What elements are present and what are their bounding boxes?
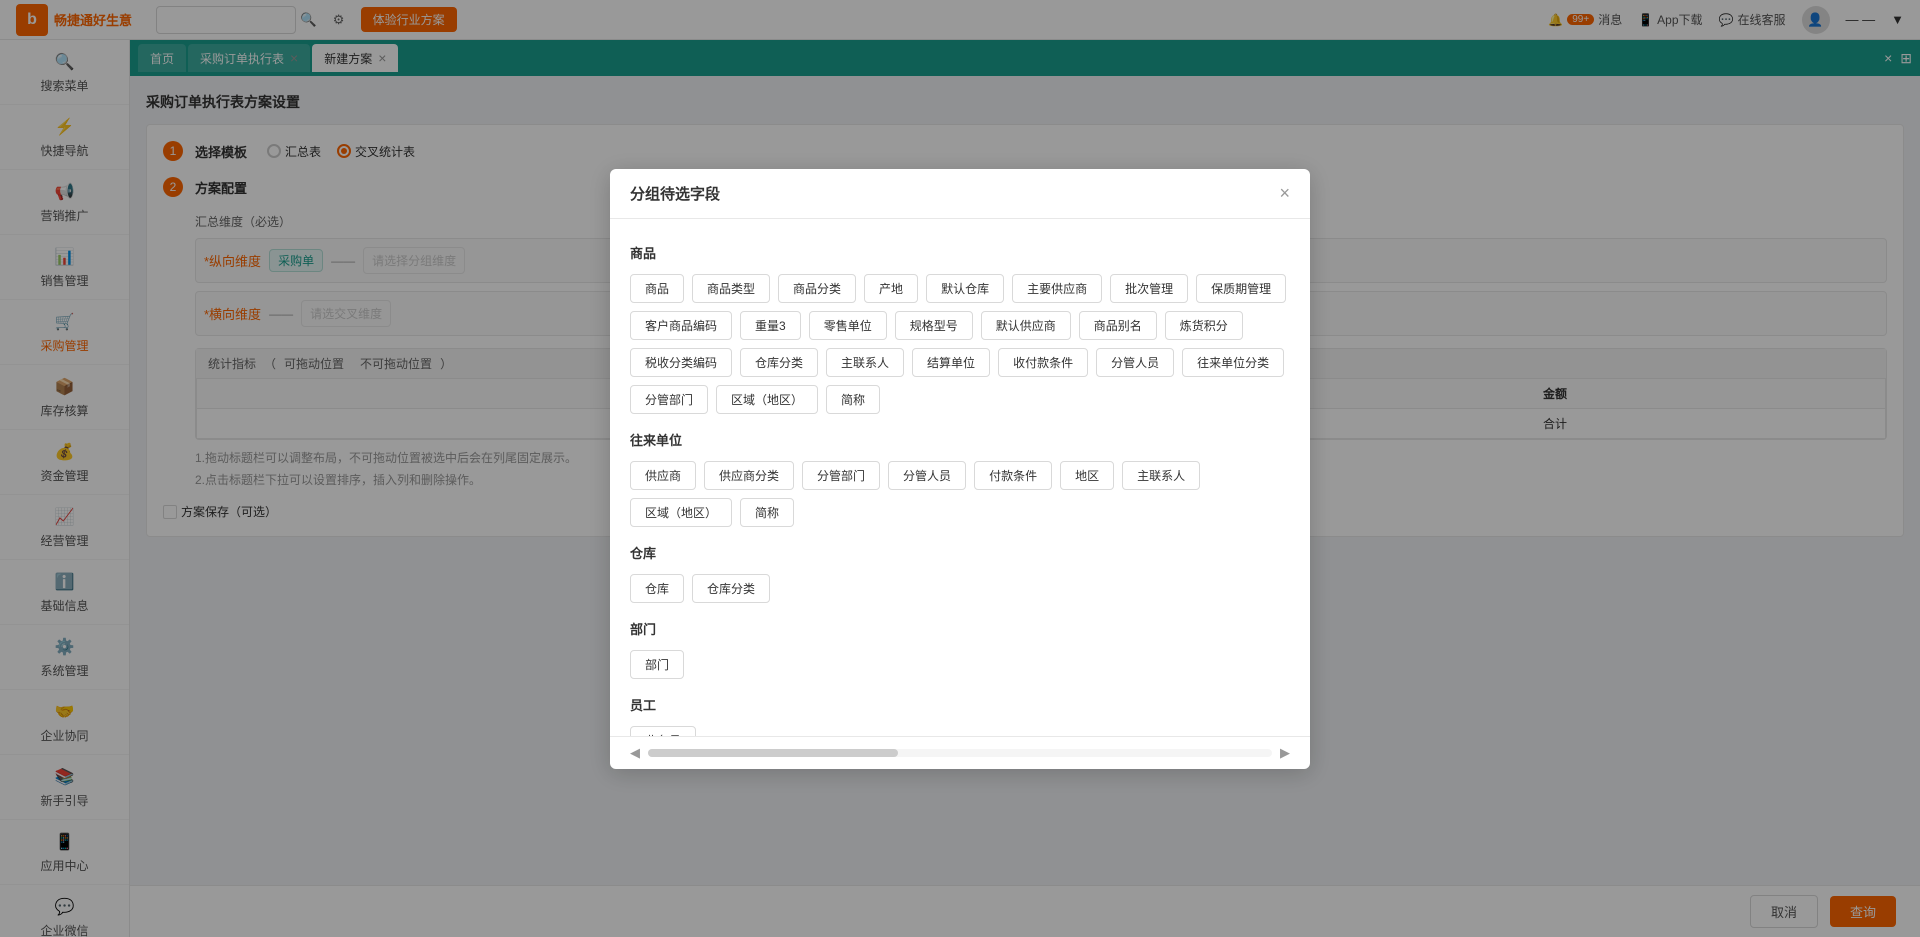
field-button[interactable]: 仓库分类 <box>692 574 770 603</box>
field-button[interactable]: 批次管理 <box>1110 274 1188 303</box>
field-button[interactable]: 简称 <box>740 498 794 527</box>
modal-close-button[interactable]: × <box>1279 184 1290 202</box>
field-button[interactable]: 分管部门 <box>802 461 880 490</box>
modal: 分组待选字段 × 商品商品商品类型商品分类产地默认仓库主要供应商批次管理保质期管… <box>610 169 1310 769</box>
field-button[interactable]: 重量3 <box>740 311 801 340</box>
field-button[interactable]: 分管人员 <box>888 461 966 490</box>
field-button[interactable]: 区域（地区） <box>630 498 732 527</box>
field-grid: 部门 <box>630 650 1290 679</box>
modal-section-title: 部门 <box>630 619 1290 638</box>
field-grid: 供应商供应商分类分管部门分管人员付款条件地区主联系人区域（地区） 简称 <box>630 461 1290 527</box>
field-button[interactable]: 主联系人 <box>1122 461 1200 490</box>
field-button[interactable]: 供应商 <box>630 461 696 490</box>
field-button[interactable]: 业务员 <box>630 726 696 736</box>
field-button[interactable]: 税收分类编码 <box>630 348 732 377</box>
field-button[interactable]: 供应商分类 <box>704 461 794 490</box>
modal-scrollthumb <box>648 749 898 757</box>
field-button[interactable]: 规格型号 <box>895 311 973 340</box>
field-grid: 业务员 <box>630 726 1290 736</box>
field-button[interactable]: 结算单位 <box>912 348 990 377</box>
field-button[interactable]: 产地 <box>864 274 918 303</box>
field-button[interactable]: 商品别名 <box>1079 311 1157 340</box>
field-button[interactable]: 零售单位 <box>809 311 887 340</box>
modal-title: 分组待选字段 <box>630 183 720 204</box>
field-button[interactable]: 炼货积分 <box>1165 311 1243 340</box>
field-button[interactable]: 简称 <box>826 385 880 414</box>
field-grid: 仓库仓库分类 <box>630 574 1290 603</box>
field-grid: 商品商品类型商品分类产地默认仓库主要供应商批次管理保质期管理客户商品编码重量3 零… <box>630 274 1290 414</box>
modal-body: 商品商品商品类型商品分类产地默认仓库主要供应商批次管理保质期管理客户商品编码重量… <box>610 219 1310 736</box>
field-button[interactable]: 商品类型 <box>692 274 770 303</box>
field-button[interactable]: 默认仓库 <box>926 274 1004 303</box>
field-button[interactable]: 往来单位分类 <box>1182 348 1284 377</box>
modal-overlay: 分组待选字段 × 商品商品商品类型商品分类产地默认仓库主要供应商批次管理保质期管… <box>0 0 1920 937</box>
modal-section-title: 往来单位 <box>630 430 1290 449</box>
modal-scrolltrack <box>648 749 1272 757</box>
scroll-right-arrow[interactable]: ▶ <box>1280 745 1290 761</box>
field-button[interactable]: 仓库分类 <box>740 348 818 377</box>
field-button[interactable]: 分管人员 <box>1096 348 1174 377</box>
modal-section-title: 仓库 <box>630 543 1290 562</box>
field-button[interactable]: 地区 <box>1060 461 1114 490</box>
field-button[interactable]: 主联系人 <box>826 348 904 377</box>
field-button[interactable]: 默认供应商 <box>981 311 1071 340</box>
modal-section-title: 商品 <box>630 243 1290 262</box>
field-button[interactable]: 区域（地区） <box>716 385 818 414</box>
field-button[interactable]: 保质期管理 <box>1196 274 1286 303</box>
field-button[interactable]: 分管部门 <box>630 385 708 414</box>
field-button[interactable]: 商品分类 <box>778 274 856 303</box>
scroll-left-arrow[interactable]: ◀ <box>630 745 640 761</box>
field-button[interactable]: 主要供应商 <box>1012 274 1102 303</box>
field-button[interactable]: 客户商品编码 <box>630 311 732 340</box>
field-button[interactable]: 部门 <box>630 650 684 679</box>
modal-header: 分组待选字段 × <box>610 169 1310 219</box>
modal-section-title: 员工 <box>630 695 1290 714</box>
field-button[interactable]: 仓库 <box>630 574 684 603</box>
field-button[interactable]: 商品 <box>630 274 684 303</box>
field-button[interactable]: 付款条件 <box>974 461 1052 490</box>
field-button[interactable]: 收付款条件 <box>998 348 1088 377</box>
